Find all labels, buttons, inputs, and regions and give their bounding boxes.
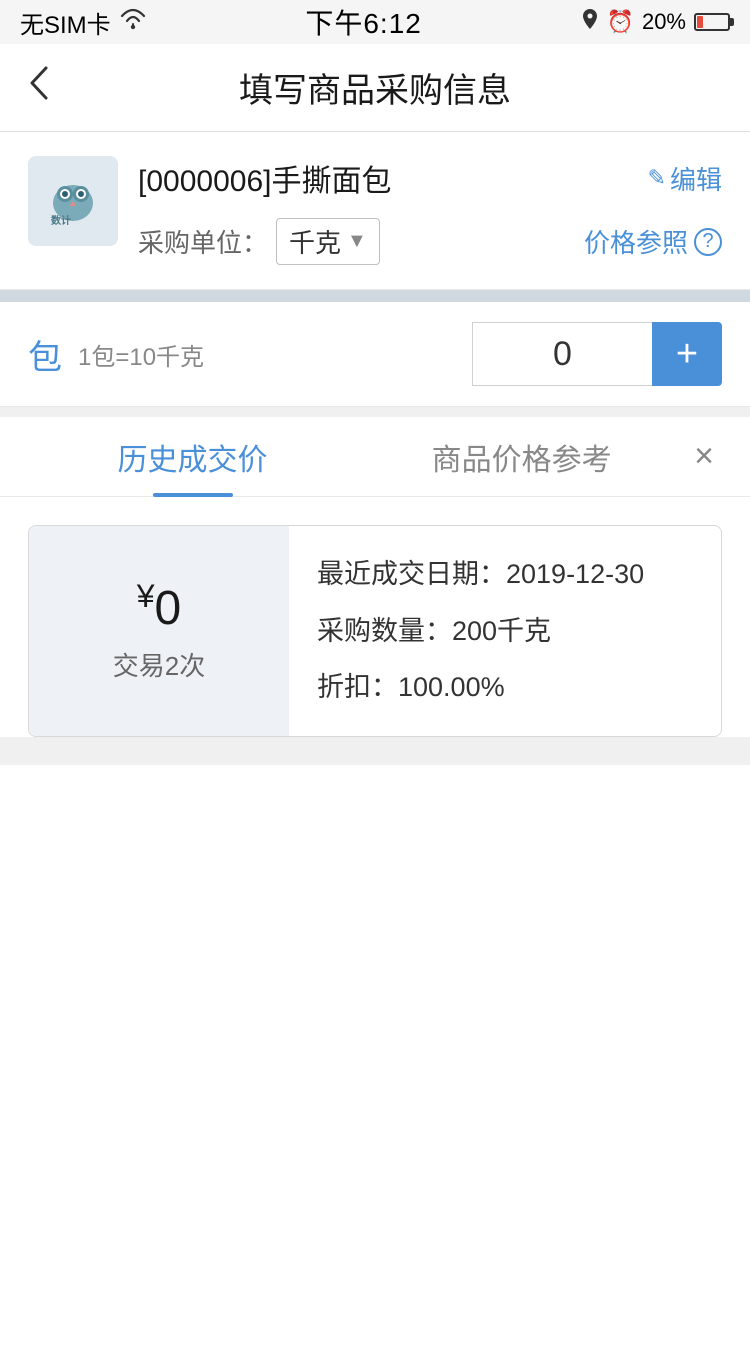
history-price-section: ¥0 交易2次 xyxy=(29,526,289,736)
quantity-value: 200千克 xyxy=(452,616,551,646)
quantity-unit-info: 包 1包=10千克 xyxy=(28,330,204,379)
tab2-label: 商品价格参考 xyxy=(432,435,612,479)
edit-button[interactable]: ✎ 编辑 xyxy=(648,160,722,197)
empty-content-area xyxy=(0,765,750,1365)
history-quantity-row: 采购数量：200千克 xyxy=(317,611,693,652)
edit-icon: ✎ xyxy=(648,165,666,191)
product-thumbnail: 数计 xyxy=(28,156,118,246)
history-card: ¥0 交易2次 最近成交日期：2019-12-30 采购数量：200千克 折扣：… xyxy=(28,525,722,737)
plus-icon: + xyxy=(676,333,698,376)
history-date-row: 最近成交日期：2019-12-30 xyxy=(317,554,693,595)
product-name-row: [0000006]手撕面包 ✎ 编辑 xyxy=(138,156,722,200)
quantity-label: 采购数量： xyxy=(317,616,452,646)
tabs-panel: 历史成交价 商品价格参考 × ¥0 交易2次 最近成交日期：2019-12-30… xyxy=(0,417,750,737)
battery-icon xyxy=(694,13,730,31)
battery-percent: 20% xyxy=(642,9,686,35)
quantity-input[interactable] xyxy=(472,322,652,386)
product-owl-logo: 数计 xyxy=(43,168,103,235)
date-label: 最近成交日期： xyxy=(317,559,506,589)
history-discount-row: 折扣：100.00% xyxy=(317,667,693,708)
discount-label: 折扣： xyxy=(317,672,398,702)
status-bar: 无SIM卡 下午6:12 ⏰ 20% xyxy=(0,0,750,44)
tab-history-price[interactable]: 历史成交价 xyxy=(28,417,357,497)
edit-label: 编辑 xyxy=(670,160,722,197)
quantity-input-group: + xyxy=(472,322,722,386)
quantity-row: 包 1包=10千克 + xyxy=(0,302,750,407)
unit-row: 采购单位： 千克 ▼ 价格参照 ? xyxy=(138,218,722,265)
price-ref-button[interactable]: 价格参照 ? xyxy=(584,223,722,260)
unit-hint: 1包=10千克 xyxy=(78,337,204,372)
product-info: [0000006]手撕面包 ✎ 编辑 采购单位： 千克 ▼ 价格参照 ? xyxy=(138,156,722,265)
svg-text:数计: 数计 xyxy=(51,214,71,227)
unit-badge: 包 xyxy=(28,330,62,379)
status-time: 下午6:12 xyxy=(305,2,422,42)
product-name: [0000006]手撕面包 xyxy=(138,156,391,200)
tab-price-reference[interactable]: 商品价格参考 xyxy=(357,417,686,497)
discount-value: 100.00% xyxy=(398,672,505,702)
unit-arrow-icon: ▼ xyxy=(347,230,367,253)
history-trades-count: 交易2次 xyxy=(113,646,205,683)
currency-symbol: ¥ xyxy=(137,578,155,614)
date-value: 2019-12-30 xyxy=(506,559,644,589)
wifi-icon xyxy=(119,8,147,37)
page-title: 填写商品采购信息 xyxy=(239,63,511,112)
close-icon: × xyxy=(694,437,714,475)
no-sim-text: 无SIM卡 xyxy=(20,5,111,40)
status-right: ⏰ 20% xyxy=(581,8,730,36)
price-ref-label: 价格参照 xyxy=(584,223,688,260)
tab-close-button[interactable]: × xyxy=(686,437,722,476)
back-button[interactable] xyxy=(28,64,50,111)
quantity-plus-button[interactable]: + xyxy=(652,322,722,386)
product-card: 数计 [0000006]手撕面包 ✎ 编辑 采购单位： 千克 ▼ 价格参照 xyxy=(0,132,750,290)
alarm-icon: ⏰ xyxy=(607,9,634,35)
history-price-value: ¥0 xyxy=(137,578,182,636)
price-number: 0 xyxy=(155,582,182,635)
nav-bar: 填写商品采购信息 xyxy=(0,44,750,132)
history-detail-section: 最近成交日期：2019-12-30 采购数量：200千克 折扣：100.00% xyxy=(289,526,721,736)
tabs-header: 历史成交价 商品价格参考 × xyxy=(0,417,750,497)
unit-value: 千克 xyxy=(289,223,341,260)
location-icon xyxy=(581,8,599,36)
unit-label: 采购单位： xyxy=(138,223,268,260)
product-id: [0000006] xyxy=(138,165,271,198)
product-name-text: 手撕面包 xyxy=(271,165,391,198)
tab1-label: 历史成交价 xyxy=(118,435,268,479)
status-carrier: 无SIM卡 xyxy=(20,5,147,40)
unit-select[interactable]: 千克 ▼ xyxy=(276,218,380,265)
help-icon: ? xyxy=(694,228,722,256)
scroll-indicator xyxy=(0,290,750,302)
